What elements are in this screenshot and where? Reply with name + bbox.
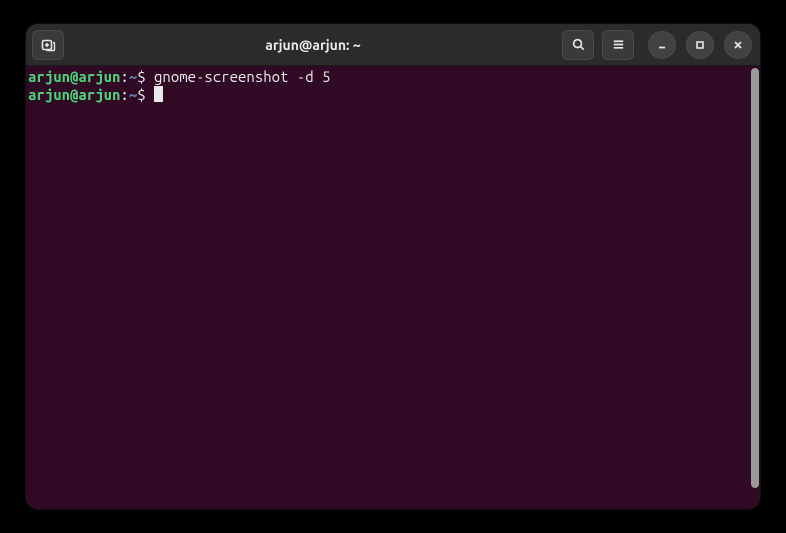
prompt-user: arjun@arjun [28,68,120,85]
prompt-dollar: $ [137,68,154,85]
close-icon [732,39,744,51]
prompt-colon: : [120,68,128,85]
menu-button[interactable] [602,30,634,60]
titlebar: arjun@arjun: ~ [26,24,760,66]
terminal-body[interactable]: arjun@arjun:~$ gnome-screenshot -d 5arju… [26,66,760,509]
window-controls [648,31,752,59]
close-button[interactable] [724,31,752,59]
minimize-icon [656,39,668,51]
command-text: gnome-screenshot -d 5 [154,68,330,85]
search-button[interactable] [562,30,594,60]
terminal-line: arjun@arjun:~$ gnome-screenshot -d 5 [28,68,748,86]
terminal-content[interactable]: arjun@arjun:~$ gnome-screenshot -d 5arju… [26,66,750,509]
header-actions [562,30,634,60]
new-tab-button[interactable] [32,30,64,60]
window-title: arjun@arjun: ~ [70,37,556,53]
search-icon [571,37,586,52]
new-tab-icon [40,37,56,53]
menu-icon [611,37,626,52]
prompt-colon: : [120,86,128,103]
terminal-line: arjun@arjun:~$ [28,86,748,104]
minimize-button[interactable] [648,31,676,59]
prompt-user: arjun@arjun [28,86,120,103]
scrollbar[interactable] [750,66,760,509]
maximize-button[interactable] [686,31,714,59]
prompt-path: ~ [129,86,137,103]
prompt-dollar: $ [137,86,154,103]
prompt-path: ~ [129,68,137,85]
maximize-icon [694,39,706,51]
cursor [154,86,163,102]
scrollbar-thumb[interactable] [751,68,759,488]
terminal-window: arjun@arjun: ~ [26,24,760,509]
